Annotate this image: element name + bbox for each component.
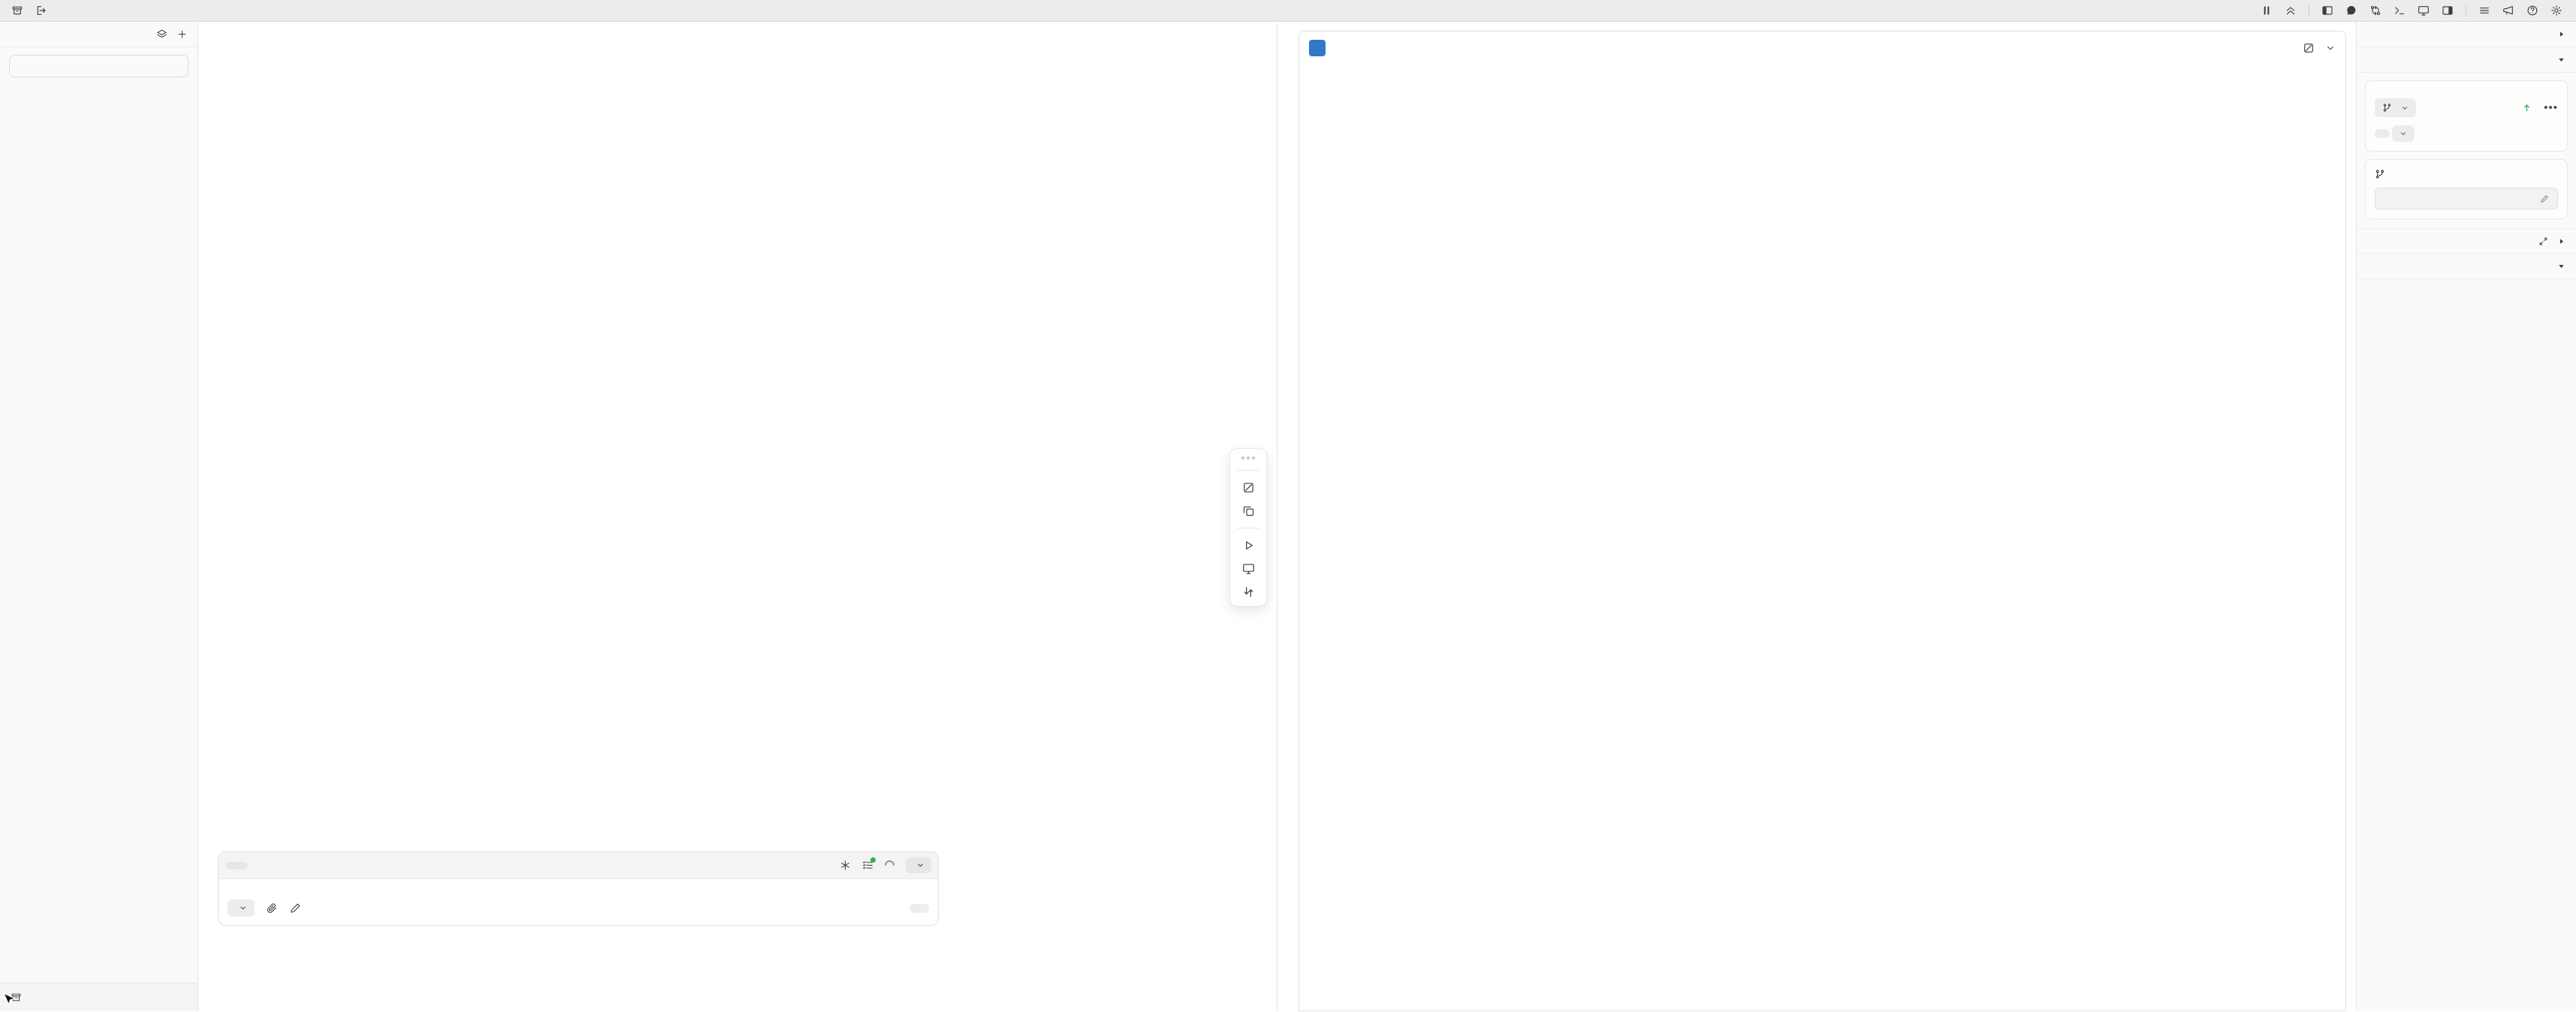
panel-right-icon[interactable] [2442,5,2454,17]
workspaces-sidebar [0,22,198,1011]
branch-dropdown[interactable] [2375,98,2416,117]
view-archive-button[interactable] [0,983,198,1011]
spinner-icon [882,858,896,872]
megaphone-icon[interactable] [2502,5,2514,17]
message-input[interactable] [219,879,938,893]
more-options-icon[interactable]: ••• [2544,105,2558,111]
diff-rows [1299,64,2345,1010]
git-network-icon[interactable] [2369,5,2381,17]
section-git[interactable] [2357,47,2576,73]
caret-down-icon [2557,56,2565,64]
typescript-badge [1309,40,1326,56]
caret-right-icon [2557,30,2565,38]
caret-down-icon [2557,262,2565,270]
diff-card [1299,31,2346,1011]
notes-placeholder[interactable] [2357,279,2576,299]
composer [218,851,939,926]
working-branch-input[interactable] [2375,188,2558,209]
composer-header [219,852,938,879]
diff-header [1299,32,2345,64]
drag-handle[interactable] [1241,456,1255,459]
send-button[interactable] [909,904,929,913]
monitor-icon[interactable] [1242,562,1255,575]
files-changed-badge[interactable] [225,862,248,869]
menu-icon[interactable] [2478,5,2490,17]
help-icon[interactable] [2526,5,2538,17]
terminal-icon[interactable] [2394,5,2406,17]
archive-icon[interactable] [11,5,23,17]
add-workspace-button[interactable] [176,29,188,40]
sign-out-icon[interactable] [35,5,47,17]
search-input[interactable] [9,55,189,77]
edit-pencil-icon[interactable] [2540,194,2550,203]
collapse-diff-icon[interactable] [2325,43,2336,53]
section-changes[interactable] [2357,22,2576,47]
open-pull-request-button[interactable] [2375,129,2390,138]
todos-status-icon[interactable] [862,860,873,871]
caret-right-icon [2557,237,2565,245]
title-bar [0,0,2576,22]
play-icon[interactable] [1242,539,1255,552]
archive-icon [11,992,22,1003]
model-dropdown[interactable] [228,899,255,917]
section-notes[interactable] [2357,254,2576,279]
hide-whitespace-icon[interactable] [2303,42,2315,54]
git-compare-icon[interactable] [1242,586,1255,598]
latest-dropdown[interactable] [906,857,931,873]
settings-gear-icon[interactable] [2550,5,2562,17]
chat-panel [198,22,1277,1011]
branch-icon [2375,169,2385,179]
working-branch-card [2365,159,2568,219]
panel-left-icon[interactable] [2321,5,2333,17]
commits-ahead [2522,103,2532,113]
pull-request-options-button[interactable] [2392,125,2415,142]
copy-icon[interactable] [1242,504,1255,517]
chat-bubble-icon[interactable] [2345,5,2357,17]
spark-icon[interactable] [840,860,851,871]
layers-icon[interactable] [156,29,167,40]
right-panel: ••• [2356,22,2576,1011]
pause-icon[interactable] [2261,5,2273,17]
section-terminal[interactable] [2357,228,2576,254]
expand-icon[interactable] [2538,236,2548,246]
hide-whitespace-icon[interactable] [1242,481,1255,494]
diff-panel [1277,22,2356,1011]
monitor-icon[interactable] [2418,5,2430,17]
pen-icon[interactable] [290,902,301,914]
git-repo-card: ••• [2365,80,2568,152]
floating-toolbar [1229,448,1267,607]
chevrons-up-icon[interactable] [2285,5,2297,17]
section-label-active [0,80,198,89]
attachment-icon[interactable] [267,902,278,914]
